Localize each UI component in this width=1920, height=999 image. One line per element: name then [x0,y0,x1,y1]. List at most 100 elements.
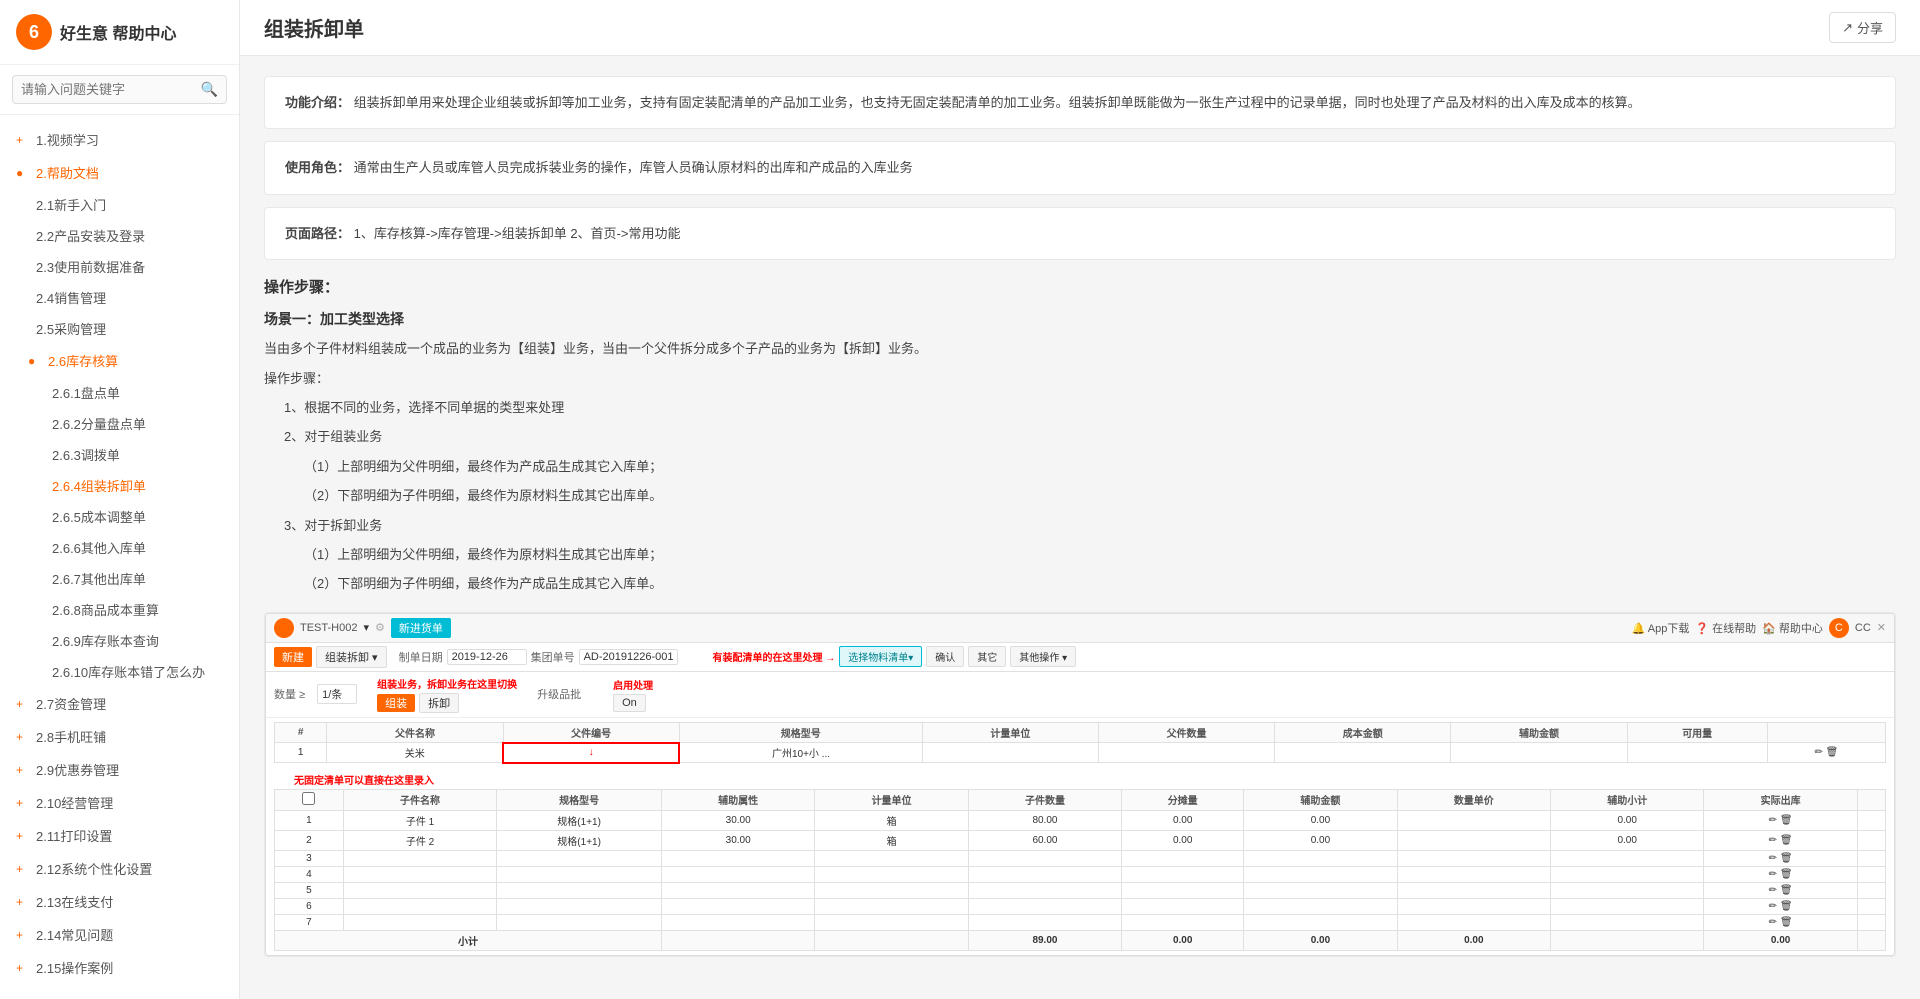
fake-process-btn[interactable]: On [613,694,646,712]
fake-app-logo-icon [274,618,294,638]
fake-assembly-no-value[interactable]: AD-20191226-001 [579,649,679,665]
fake-ctd-sel7: 7 [275,914,344,930]
fake-ctd-action5 [1857,882,1885,898]
fake-td-qty [1098,743,1274,763]
sidebar-item-videos[interactable]: + 1.视频学习 [0,123,239,156]
fake-more-btn[interactable]: 其他操作 ▾ [1010,646,1076,667]
fake-ctd-action4 [1857,866,1885,882]
fake-ctd-subtotal1: 0.00 [1551,810,1704,830]
sidebar-item-sales[interactable]: 2.4销售管理 [0,282,239,313]
sidebar-item-ledger-error[interactable]: 2.6.10库存账本错了怎么办 [0,656,239,687]
table-row: 1 关米 ↓ 广州10+小 ... [275,743,1886,763]
fake-td-code: ↓ [503,743,679,763]
sidebar-item-docs[interactable]: ● 2.帮助文档 [0,156,239,189]
share-button[interactable]: ↗ 分享 [1829,12,1896,43]
sidebar-item-other-in[interactable]: 2.6.6其他入库单 [0,532,239,563]
sidebar-item-ops[interactable]: + 2.10经营管理 [0,786,239,819]
fake-ctd-sel5: 5 [275,882,344,898]
fake-top-section: # 父件名称 父件编号 规格型号 计量单位 父件数量 成本金额 辅助金额 可用量 [266,718,1894,766]
fake-ctd-qty6 [968,898,1121,914]
fake-ctd-sel6: 6 [275,898,344,914]
fake-type-toggle-area: 组装业务，拆卸业务在这里切换 组装 拆卸 [377,676,517,713]
fake-ctd-name3 [343,850,496,866]
sidebar-label-mobile: 2.8手机旺铺 [36,727,106,746]
fake-select-all[interactable] [302,792,315,805]
fake-ctd-subtotal5 [1551,882,1704,898]
expand-icon-ops: + [16,796,30,810]
fake-assembly-type-btn[interactable]: 组装拆卸 ▾ [316,646,387,668]
scene1-title: 场景一：加工类型选择 [264,309,1896,329]
annotation-bom: 有装配清单的在这里处理 → [712,649,835,664]
fake-batch-label: 升级品批 [537,686,581,702]
sidebar-item-cost-adjust[interactable]: 2.6.5成本调整单 [0,501,239,532]
fake-tf-total-amt: 89.00 [968,930,1121,950]
annotation-type: 组装业务，拆卸业务在这里切换 [377,676,517,691]
sidebar-item-stocktake[interactable]: 2.6.1盘点单 [0,377,239,408]
type-btn-disassembly[interactable]: 拆卸 [419,693,459,713]
sidebar-item-new-user[interactable]: 2.1新手入门 [0,189,239,220]
fake-app-header: TEST-H002 ▾ ⚙ 新进货单 🔔 App下载 ❓ 在线帮助 🏠 帮助中心… [266,614,1894,643]
search-icon[interactable]: 🔍 [201,81,218,98]
sidebar-item-partial-stocktake[interactable]: 2.6.2分量盘点单 [0,408,239,439]
fake-ctd-auxamt4 [1244,866,1397,882]
table-row: 3 ✏ 🗑 [275,850,1886,866]
step3-sub2: （2）下部明细为子件明细，最终作为产成品生成其它入库单。 [304,572,1896,595]
sidebar-item-mobile[interactable]: + 2.8手机旺铺 [0,720,239,753]
expand-icon-mobile: + [16,730,30,744]
fake-select-bom-btn[interactable]: 选择物料清单▾ [839,646,922,667]
sidebar-item-coupon[interactable]: + 2.9优惠券管理 [0,753,239,786]
search-input[interactable] [21,82,201,97]
type-btn-assembly[interactable]: 组装 [377,694,415,712]
sidebar-label-online-pay: 2.13在线支付 [36,892,113,911]
logo-icon: 6 [16,14,52,50]
sidebar-label-cases: 2.15操作案例 [36,958,113,977]
sidebar-item-data-prep[interactable]: 2.3使用前数据准备 [0,251,239,282]
fake-close-icon[interactable]: ✕ [1877,621,1886,634]
fake-ctd-action7 [1857,914,1885,930]
sidebar-item-cost-recalc[interactable]: 2.6.8商品成本重算 [0,594,239,625]
fake-date-label: 制单日期 [399,649,443,665]
role-block: 使用角色： 通常由生产人员或库管人员完成拆装业务的操作，库管人员确认原材料的出库… [264,141,1896,194]
logo-text: 好生意 帮助中心 [60,20,176,44]
sidebar-item-inventory[interactable]: ● 2.6库存核算 [0,344,239,377]
sidebar-item-ledger-check[interactable]: 2.6.9库存账本查询 [0,625,239,656]
step2-sub2: （2）下部明细为子件明细，最终作为原材料生成其它出库单。 [304,484,1896,507]
sidebar-item-faq[interactable]: + 2.14常见问题 [0,918,239,951]
share-label: 分享 [1857,18,1883,37]
step1: 1、根据不同的业务，选择不同单据的类型来处理 [284,396,1896,419]
fake-tab-xincaigou[interactable]: 新进货单 [391,618,451,638]
fake-th-parent-name: 父件名称 [327,722,503,743]
fake-sync-icon: ⚙ [375,621,385,634]
sidebar-item-print[interactable]: + 2.11打印设置 [0,819,239,852]
fake-bottom-section: 无固定清单可以直接在这里录入 子件名称 规格型号 辅助属性 计量单位 [266,766,1894,955]
fake-ctd-spec7 [497,914,662,930]
sidebar-item-transfer[interactable]: 2.6.3调拨单 [0,439,239,470]
fake-count-input[interactable]: 1/条 [317,684,357,704]
expand-icon-faq: + [16,928,30,942]
sidebar-item-cases[interactable]: + 2.15操作案例 [0,951,239,984]
fake-ctd-action3 [1857,850,1885,866]
function-intro-block: 功能介绍： 组装拆卸单用来处理企业组装或拆卸等加工业务，支持有固定装配清单的产品… [264,76,1896,129]
table-row: 7 ✏ 🗑 [275,914,1886,930]
sidebar-item-system[interactable]: + 2.12系统个性化设置 [0,852,239,885]
fake-ctd-aux1: 30.00 [661,810,814,830]
fake-other-btn[interactable]: 其它 [968,646,1006,667]
annotation-process: 启用处理 [613,677,653,692]
sidebar-item-finance[interactable]: + 2.7资金管理 [0,687,239,720]
fake-date-value[interactable]: 2019-12-26 [447,649,527,665]
fake-cth-select [275,789,344,810]
sidebar-item-purchase[interactable]: 2.5采购管理 [0,313,239,344]
sidebar-item-install[interactable]: 2.2产品安装及登录 [0,220,239,251]
fake-new-btn[interactable]: 新建 [274,647,312,667]
fake-tf-label: 小计 [275,930,662,950]
fake-ctd-auxamt5 [1244,882,1397,898]
sidebar-item-assembly[interactable]: 2.6.4组装拆卸单 [0,470,239,501]
fake-ctd-unit7 [815,914,968,930]
sidebar-item-other-out[interactable]: 2.6.7其他出库单 [0,563,239,594]
fake-ctd-sel1: 1 [275,810,344,830]
fake-confirm-btn[interactable]: 确认 [926,646,964,667]
sidebar-item-online-pay[interactable]: + 2.13在线支付 [0,885,239,918]
fake-annotation-arrow: ↓ [589,747,594,758]
fake-ctd-aux5 [661,882,814,898]
sidebar-label-inventory: 2.6库存核算 [48,351,118,370]
